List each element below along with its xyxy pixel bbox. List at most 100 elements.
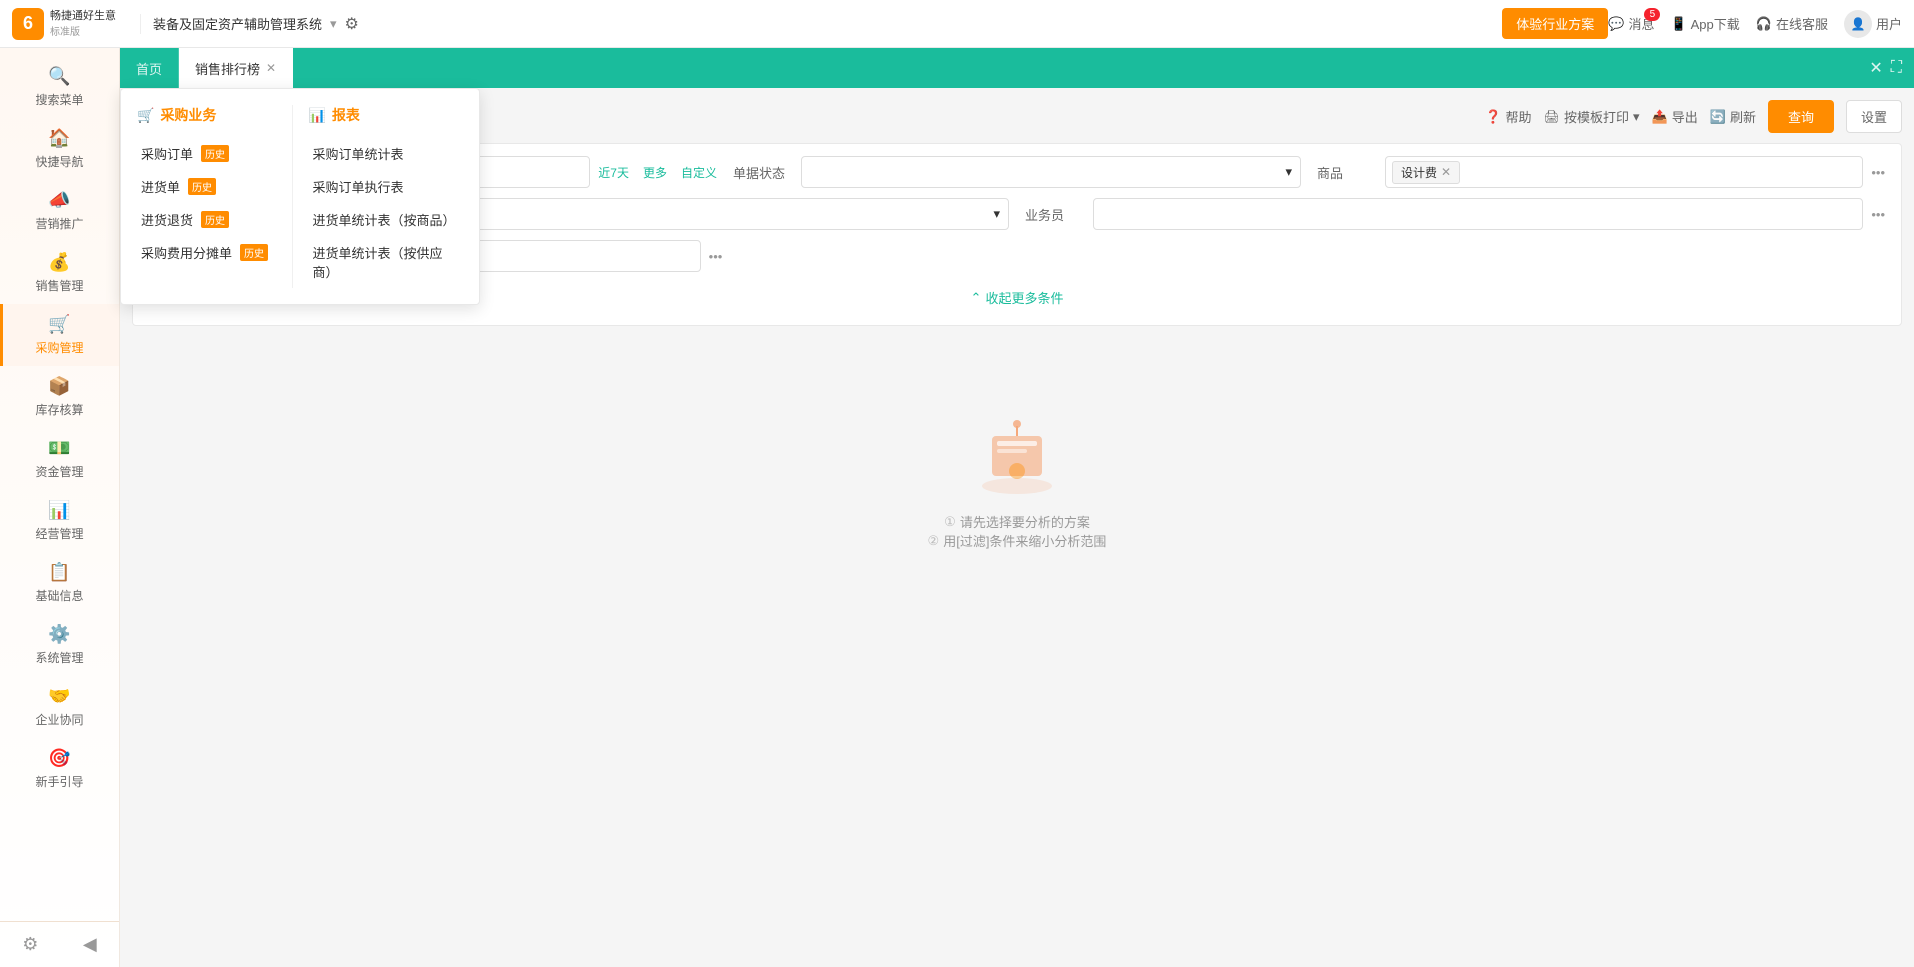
sidebar-item-guide[interactable]: 🎯 新手引导 [0, 738, 119, 800]
print-btn[interactable]: 🖨 按模板打印 ▾ [1544, 107, 1640, 126]
logo-text: 畅捷通好生意 [50, 9, 116, 23]
help-icon: ❓ [1485, 109, 1501, 125]
online-service-btn[interactable]: 🎧 在线客服 [1756, 14, 1828, 33]
salesman-label: 业务员 [1025, 205, 1085, 224]
purchase-col: 🛒 采购业务 采购订单 历史 进货单 历史 进货退货 历史 采购费用分摊单 历史 [137, 105, 292, 288]
tab-sales-rank[interactable]: 销售排行榜 ✕ [179, 48, 293, 88]
dropdown-item-order-exec[interactable]: 采购订单执行表 [309, 170, 464, 203]
refresh-btn[interactable]: 🔄 刷新 [1710, 107, 1756, 126]
dropdown-item-receipt[interactable]: 进货单 历史 [137, 170, 292, 203]
message-badge: 5 [1644, 8, 1660, 21]
voucher-status-arrow: ▾ [1285, 164, 1292, 180]
sidebar-item-inventory[interactable]: 📦 库存核算 [0, 366, 119, 428]
export-icon: 📤 [1652, 109, 1668, 125]
salesman-input[interactable] [1093, 198, 1863, 230]
sidebar-label-search: 搜索菜单 [35, 91, 83, 108]
sys-settings-icon[interactable]: ⚙ [345, 14, 359, 34]
industry-btn[interactable]: 体验行业方案 [1502, 8, 1608, 39]
sidebar-item-corp[interactable]: 🤝 企业协同 [0, 676, 119, 738]
message-btn[interactable]: 💬 消息 5 [1608, 14, 1654, 33]
sidebar-label-marketing: 营销推广 [35, 215, 83, 232]
app-download-btn[interactable]: 📱 App下载 [1670, 14, 1739, 33]
filter-salesman: 业务员 ••• [1025, 198, 1885, 230]
date-7d[interactable]: 近7天 [598, 164, 629, 181]
operation-icon: 📊 [48, 500, 70, 521]
collapse-icon: ⌃ [971, 290, 982, 306]
date-more[interactable]: 更多 [643, 164, 667, 181]
collapse-label: 收起更多条件 [985, 288, 1063, 307]
goods-more-icon[interactable]: ••• [1871, 165, 1885, 180]
sidebar-label-finance: 资金管理 [35, 463, 83, 480]
sidebar-label-sales: 销售管理 [35, 277, 83, 294]
hist-badge-0: 历史 [201, 145, 229, 162]
sidebar-label-system: 系统管理 [35, 649, 83, 666]
marketing-icon: 📣 [48, 190, 70, 211]
return-label: 进货退货 [141, 210, 193, 229]
purchase-col-title-text: 采购业务 [160, 105, 216, 125]
sidebar-item-purchase[interactable]: 🛒 采购管理 [0, 304, 119, 366]
dropdown-item-purchase-order[interactable]: 采购订单 历史 [137, 137, 292, 170]
customer-more-icon[interactable]: ••• [709, 249, 723, 264]
sidebar-item-basic[interactable]: 📋 基础信息 [0, 552, 119, 614]
tab-fullscreen-icon[interactable]: ⛶ [1891, 59, 1902, 77]
empty-hint-1: ① 请先选择要分析的方案 [944, 512, 1090, 531]
sidebar-settings-icon[interactable]: ⚙ [22, 934, 38, 955]
tab-close-all-icon[interactable]: ✕ [1869, 58, 1882, 78]
sidebar-item-search[interactable]: 🔍 搜索菜单 [0, 56, 119, 118]
voucher-status-select[interactable]: ▾ [801, 156, 1301, 188]
dropdown-item-receipt-stat-supplier[interactable]: 进货单统计表（按供应商） [309, 236, 464, 288]
receipt-label: 进货单 [141, 177, 180, 196]
tab-sales-rank-label: 销售排行榜 [195, 59, 260, 78]
goods-tag-close-icon[interactable]: ✕ [1441, 165, 1451, 179]
sidebar-item-marketing[interactable]: 📣 营销推广 [0, 180, 119, 242]
sidebar-item-operation[interactable]: 📊 经营管理 [0, 490, 119, 552]
date-custom[interactable]: 自定义 [681, 164, 717, 181]
print-icon: 🖨 [1544, 109, 1561, 125]
guide-icon: 🎯 [48, 748, 70, 769]
dropdown-item-expense[interactable]: 采购费用分摊单 历史 [137, 236, 292, 269]
logo-icon: 6 [12, 8, 44, 40]
user-btn[interactable]: 👤 用户 [1844, 10, 1902, 38]
sidebar-item-system[interactable]: ⚙️ 系统管理 [0, 614, 119, 676]
dropdown-item-order-stat[interactable]: 采购订单统计表 [309, 137, 464, 170]
empty-hint-2-text: 用[过滤]条件来缩小分析范围 [943, 531, 1106, 550]
sidebar-item-quick[interactable]: 🏠 快捷导航 [0, 118, 119, 180]
settings-btn[interactable]: 设置 [1846, 100, 1902, 133]
empty-illustration [967, 416, 1067, 496]
voucher-status-label: 单据状态 [733, 163, 793, 182]
search-icon: 🔍 [48, 66, 70, 87]
sidebar-item-sales[interactable]: 💰 销售管理 [0, 242, 119, 304]
tab-home-label: 首页 [136, 59, 162, 78]
finance-icon: 💵 [48, 438, 70, 459]
tab-home[interactable]: 首页 [120, 48, 179, 88]
rank-arrow: ▾ [993, 206, 1000, 222]
sys-dropdown-icon[interactable]: ▾ [330, 16, 337, 32]
empty-hint-1-text: 请先选择要分析的方案 [960, 512, 1090, 531]
goods-tag-text: 设计费 [1401, 164, 1437, 181]
dropdown-item-receipt-stat-goods[interactable]: 进货单统计表（按商品） [309, 203, 464, 236]
export-btn[interactable]: 📤 导出 [1652, 107, 1698, 126]
hist-badge-1: 历史 [188, 178, 216, 195]
home-icon: 🏠 [48, 128, 70, 149]
report-col-title-text: 报表 [332, 105, 360, 125]
tab-close-icon[interactable]: ✕ [266, 61, 276, 75]
topbar-right: 💬 消息 5 📱 App下载 🎧 在线客服 👤 用户 [1608, 10, 1902, 38]
sidebar-collapse-icon[interactable]: ◀ [83, 934, 97, 955]
salesman-more-icon[interactable]: ••• [1871, 207, 1885, 222]
help-btn[interactable]: ❓ 帮助 [1485, 107, 1531, 126]
phone-icon: 📱 [1670, 16, 1686, 32]
help-label: 帮助 [1505, 107, 1531, 126]
empty-hint-2: ② 用[过滤]条件来缩小分析范围 [928, 531, 1107, 550]
logo-area: 6 畅捷通好生意 标准版 [12, 8, 132, 40]
filter-goods: 商品 设计费 ✕ ••• [1317, 156, 1885, 188]
empty-state: ① 请先选择要分析的方案 ② 用[过滤]条件来缩小分析范围 [132, 336, 1902, 630]
purchase-icon: 🛒 [48, 314, 70, 335]
basic-icon: 📋 [48, 562, 70, 583]
tab-bar: 首页 销售排行榜 ✕ ✕ ⛶ [120, 48, 1914, 88]
headset-icon: 🎧 [1756, 16, 1772, 32]
query-btn[interactable]: 查询 [1768, 100, 1834, 133]
dropdown-item-return[interactable]: 进货退货 历史 [137, 203, 292, 236]
sidebar-item-finance[interactable]: 💵 资金管理 [0, 428, 119, 490]
user-label: 用户 [1876, 14, 1902, 33]
receipt-stat-supplier-label: 进货单统计表（按供应商） [313, 243, 460, 281]
